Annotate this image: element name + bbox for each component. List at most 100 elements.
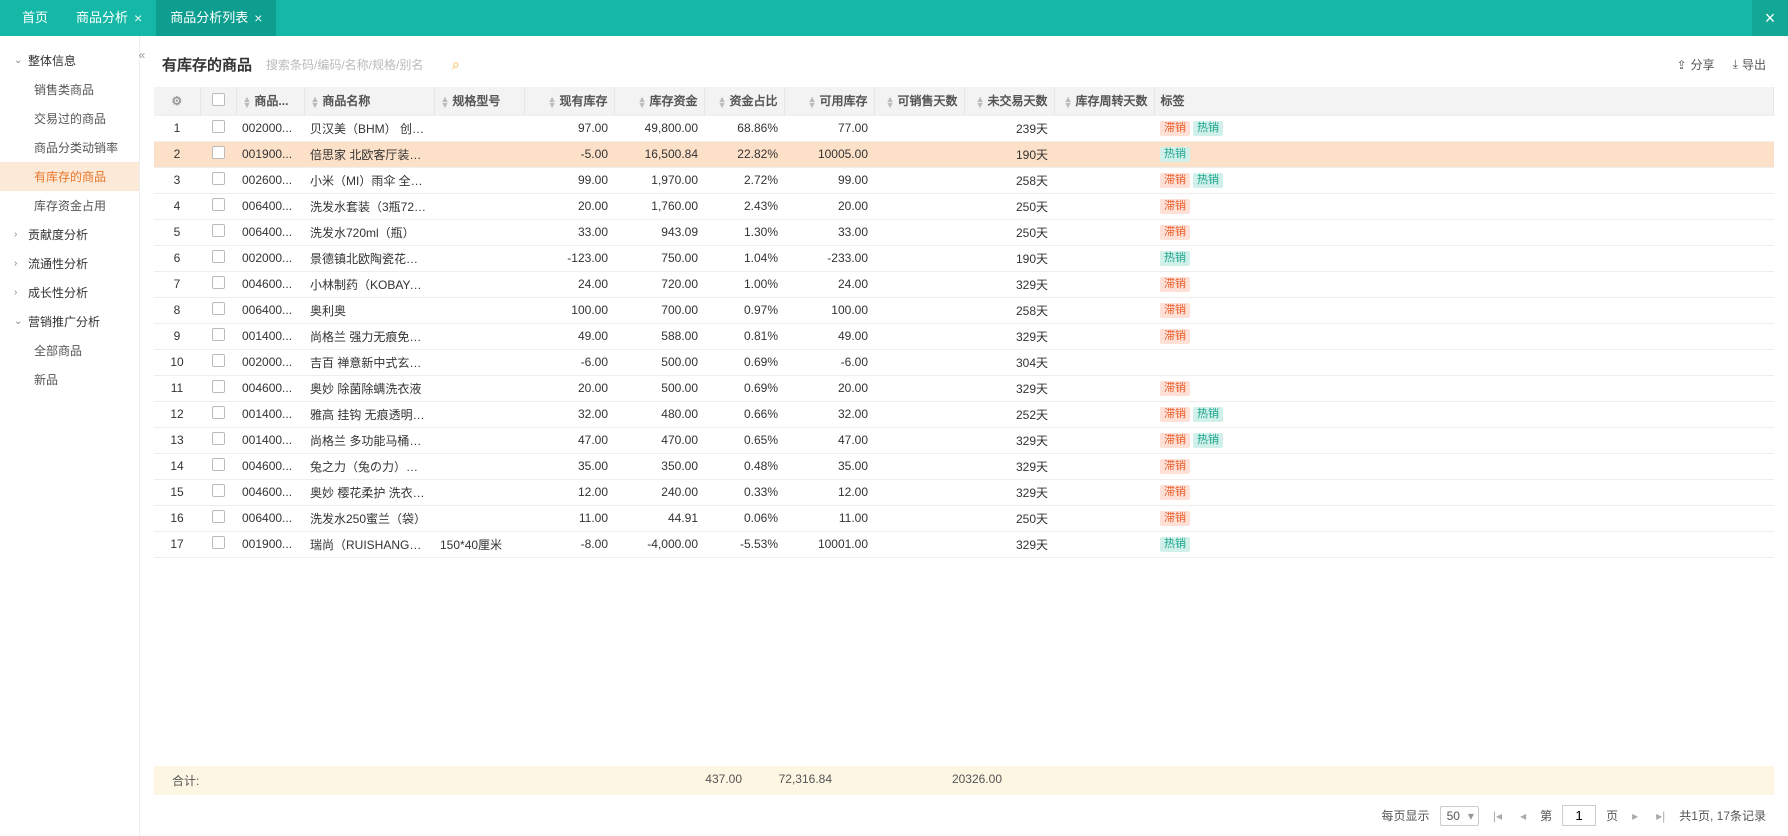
nav-item-有库存的商品[interactable]: 有库存的商品 [0, 162, 139, 191]
table-row[interactable]: 11004600...奥妙 除菌除螨洗衣液20.00500.000.69%20.… [154, 375, 1774, 401]
tab-首页[interactable]: 首页 [8, 0, 62, 36]
table-row[interactable]: 14004600...兔之力（兔の力）粘毛器粘35.00350.000.48%3… [154, 453, 1774, 479]
col-name[interactable]: ▲▼商品名称 [304, 87, 434, 115]
nav-group-流通性分析[interactable]: ›流通性分析 [0, 249, 139, 278]
col-tags[interactable]: 标签 [1154, 87, 1774, 115]
cell-tags: 滞销 [1154, 505, 1774, 531]
nav-item-商品分类动销率[interactable]: 商品分类动销率 [0, 133, 139, 162]
cell-turnover-days [1054, 349, 1154, 375]
row-checkbox[interactable] [212, 302, 225, 315]
col-sale-days[interactable]: ▲▼可销售天数 [874, 87, 964, 115]
table-row[interactable]: 5006400...洗发水720ml（瓶）33.00943.091.30%33.… [154, 219, 1774, 245]
cell-ratio: 0.66% [704, 401, 784, 427]
nav-item-库存资金占用[interactable]: 库存资金占用 [0, 191, 139, 220]
table-row[interactable]: 12001400...雅高 挂钩 无痕透明粘钩 强32.00480.000.66… [154, 401, 1774, 427]
pagination: 每页显示 50 ▾ |◂ ◂ 第 页 ▸ ▸| 共1页, 17条记录 [154, 795, 1774, 836]
per-page-select[interactable]: 50 ▾ [1440, 806, 1479, 826]
table-row[interactable]: 10002000...吉百 禅意新中式玄关摆件套-6.00500.000.69%… [154, 349, 1774, 375]
cell-turnover-days [1054, 505, 1154, 531]
table-row[interactable]: 4006400...洗发水套装（3瓶720ml+1）20.001,760.002… [154, 193, 1774, 219]
table-row[interactable]: 9001400...尚格兰 强力无痕免打孔浴室49.00588.000.81%4… [154, 323, 1774, 349]
table-row[interactable]: 16006400...洗发水250蜜兰（袋）11.0044.910.06%11.… [154, 505, 1774, 531]
table-row[interactable]: 17001900...瑞尚（RUISHANG） 卧室装150*40厘米-8.00… [154, 531, 1774, 557]
search-icon[interactable]: ⌕ [452, 56, 460, 73]
row-checkbox[interactable] [212, 276, 225, 289]
cell-sale-days [874, 167, 964, 193]
page-input[interactable] [1562, 805, 1596, 826]
row-checkbox[interactable] [212, 146, 225, 159]
row-checkbox[interactable] [212, 354, 225, 367]
header-checkbox[interactable] [212, 93, 225, 106]
table-row[interactable]: 1002000...贝汉美（BHM） 创意北欧摆97.0049,800.0068… [154, 115, 1774, 141]
cell-funds: 500.00 [614, 375, 704, 401]
cell-checkbox [200, 479, 236, 505]
row-checkbox[interactable] [212, 536, 225, 549]
table-row[interactable]: 7004600...小林制药（KOBAYASHI）E24.00720.001.0… [154, 271, 1774, 297]
nav-item-销售类商品[interactable]: 销售类商品 [0, 75, 139, 104]
row-checkbox[interactable] [212, 250, 225, 263]
row-checkbox[interactable] [212, 510, 225, 523]
col-notrade-days[interactable]: ▲▼未交易天数 [964, 87, 1054, 115]
nav-item-新品[interactable]: 新品 [0, 365, 139, 394]
page-prev-button[interactable]: ◂ [1516, 809, 1530, 823]
cell-checkbox [200, 505, 236, 531]
tag-stale: 滞销 [1160, 121, 1190, 136]
col-gear[interactable]: ⚙ [154, 87, 200, 115]
cell-avail: -6.00 [784, 349, 874, 375]
row-checkbox[interactable] [212, 458, 225, 471]
nav-item-全部商品[interactable]: 全部商品 [0, 336, 139, 365]
table-row[interactable]: 15004600...奥妙 樱花柔护 洗衣凝珠 1012.00240.000.3… [154, 479, 1774, 505]
col-avail[interactable]: ▲▼可用库存 [784, 87, 874, 115]
row-checkbox[interactable] [212, 224, 225, 237]
cell-tags: 热销 [1154, 531, 1774, 557]
tag-stale: 滞销 [1160, 485, 1190, 500]
row-checkbox[interactable] [212, 198, 225, 211]
tag-hot: 热销 [1160, 537, 1190, 552]
search-input[interactable] [266, 58, 446, 72]
cell-name: 兔之力（兔の力）粘毛器粘 [304, 453, 434, 479]
tab-商品分析列表[interactable]: 商品分析列表× [156, 0, 276, 36]
nav-group-营销推广分析[interactable]: ⌄营销推广分析 [0, 307, 139, 336]
col-code[interactable]: ▲▼商品... [236, 87, 304, 115]
col-funds[interactable]: ▲▼库存资金 [614, 87, 704, 115]
row-checkbox[interactable] [212, 380, 225, 393]
table-row[interactable]: 13001400...尚格兰 多功能马桶刷套装 带47.00470.000.65… [154, 427, 1774, 453]
row-checkbox[interactable] [212, 484, 225, 497]
sidebar-collapse-button[interactable]: « [133, 46, 151, 64]
col-turnover-days[interactable]: ▲▼库存周转天数 [1054, 87, 1154, 115]
table-row[interactable]: 2001900...倍思家 北欧客厅装饰画卧室-5.0016,500.8422.… [154, 141, 1774, 167]
table-row[interactable]: 3002600...小米（MI）雨伞 全自动折叠99.001,970.002.7… [154, 167, 1774, 193]
topbar-close-button[interactable]: × [1752, 0, 1788, 36]
row-checkbox[interactable] [212, 172, 225, 185]
tab-close-icon[interactable]: × [134, 0, 142, 36]
cell-avail: 10001.00 [784, 531, 874, 557]
page-next-button[interactable]: ▸ [1628, 809, 1642, 823]
row-checkbox[interactable] [212, 120, 225, 133]
export-button[interactable]: ⤓ 导出 [1733, 56, 1766, 73]
cell-turnover-days [1054, 531, 1154, 557]
table-row[interactable]: 6002000...景德镇北欧陶瓷花瓶摆件 仿-123.00750.001.04… [154, 245, 1774, 271]
table-row[interactable]: 8006400...奥利奥100.00700.000.97%100.00258天… [154, 297, 1774, 323]
cell-avail: 12.00 [784, 479, 874, 505]
nav-group-贡献度分析[interactable]: ›贡献度分析 [0, 220, 139, 249]
row-checkbox[interactable] [212, 328, 225, 341]
chevron-down-icon: ⌄ [14, 55, 24, 66]
cell-avail: 33.00 [784, 219, 874, 245]
cell-tags: 滞销 [1154, 375, 1774, 401]
nav-group-成长性分析[interactable]: ›成长性分析 [0, 278, 139, 307]
col-checkbox[interactable] [200, 87, 236, 115]
tab-商品分析[interactable]: 商品分析× [62, 0, 156, 36]
row-checkbox[interactable] [212, 432, 225, 445]
cell-sale-days [874, 219, 964, 245]
page-first-button[interactable]: |◂ [1489, 809, 1506, 823]
page-last-button[interactable]: ▸| [1652, 809, 1669, 823]
cell-funds: 500.00 [614, 349, 704, 375]
nav-item-交易过的商品[interactable]: 交易过的商品 [0, 104, 139, 133]
row-checkbox[interactable] [212, 406, 225, 419]
share-button[interactable]: ⇪ 分享 [1677, 56, 1715, 73]
tab-close-icon[interactable]: × [254, 0, 262, 36]
col-ratio[interactable]: ▲▼资金占比 [704, 87, 784, 115]
col-stock[interactable]: ▲▼现有库存 [524, 87, 614, 115]
nav-group-整体信息[interactable]: ⌄整体信息 [0, 46, 139, 75]
col-spec[interactable]: ▲▼规格型号 [434, 87, 524, 115]
